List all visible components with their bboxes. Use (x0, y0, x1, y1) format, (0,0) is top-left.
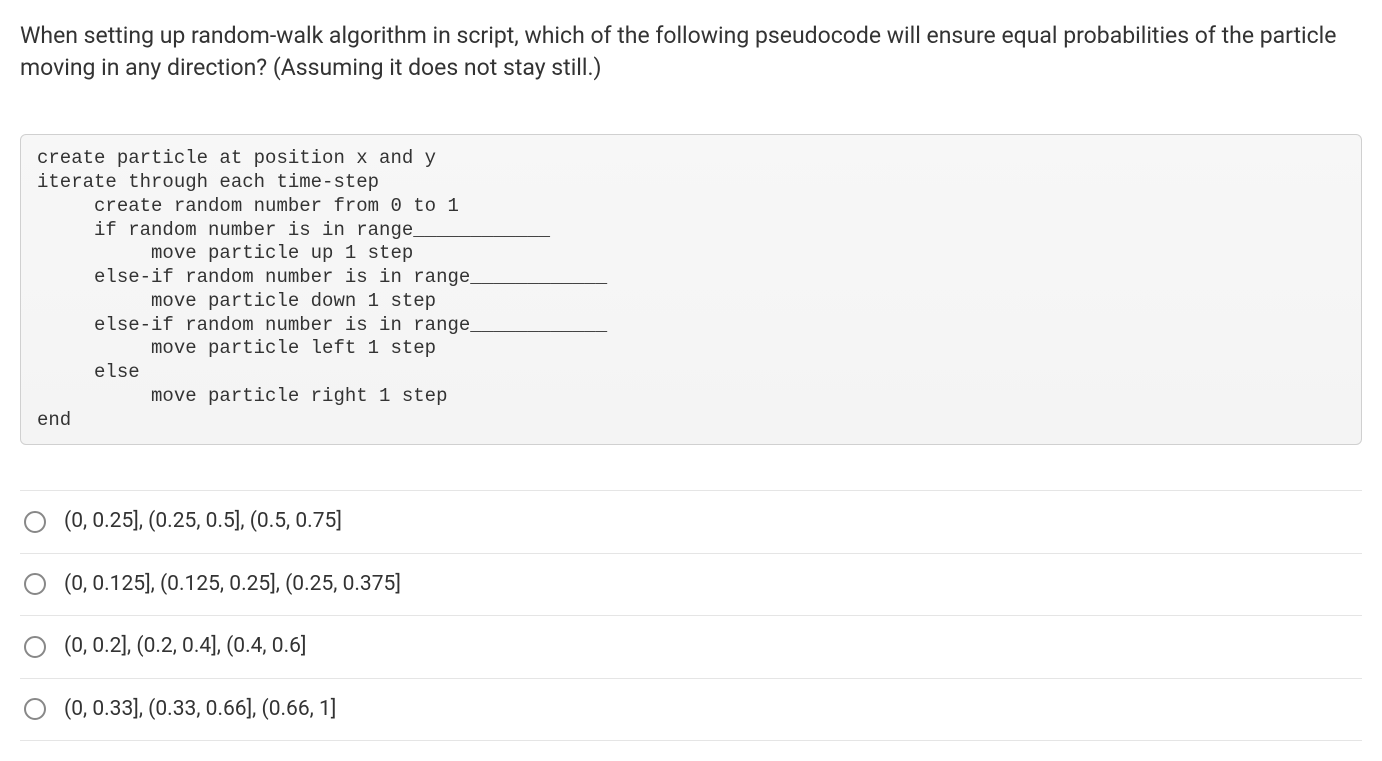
option-row[interactable]: (0, 0.125], (0.125, 0.25], (0.25, 0.375] (20, 554, 1362, 616)
option-row[interactable]: (0, 0.2], (0.2, 0.4], (0.4, 0.6] (20, 616, 1362, 678)
option-row[interactable]: (0, 0.25], (0.25, 0.5], (0.5, 0.75] (20, 490, 1362, 553)
question-text: When setting up random-walk algorithm in… (20, 20, 1362, 84)
radio-icon[interactable] (24, 636, 46, 658)
answer-options: (0, 0.25], (0.25, 0.5], (0.5, 0.75] (0, … (20, 490, 1362, 741)
pseudocode-block: create particle at position x and y iter… (20, 134, 1362, 445)
option-label: (0, 0.125], (0.125, 0.25], (0.25, 0.375] (64, 570, 401, 599)
option-label: (0, 0.2], (0.2, 0.4], (0.4, 0.6] (64, 632, 306, 661)
option-label: (0, 0.33], (0.33, 0.66], (0.66, 1] (64, 695, 336, 724)
radio-icon[interactable] (24, 573, 46, 595)
radio-icon[interactable] (24, 698, 46, 720)
option-row[interactable]: (0, 0.33], (0.33, 0.66], (0.66, 1] (20, 679, 1362, 741)
radio-icon[interactable] (24, 511, 46, 533)
option-label: (0, 0.25], (0.25, 0.5], (0.5, 0.75] (64, 507, 342, 536)
